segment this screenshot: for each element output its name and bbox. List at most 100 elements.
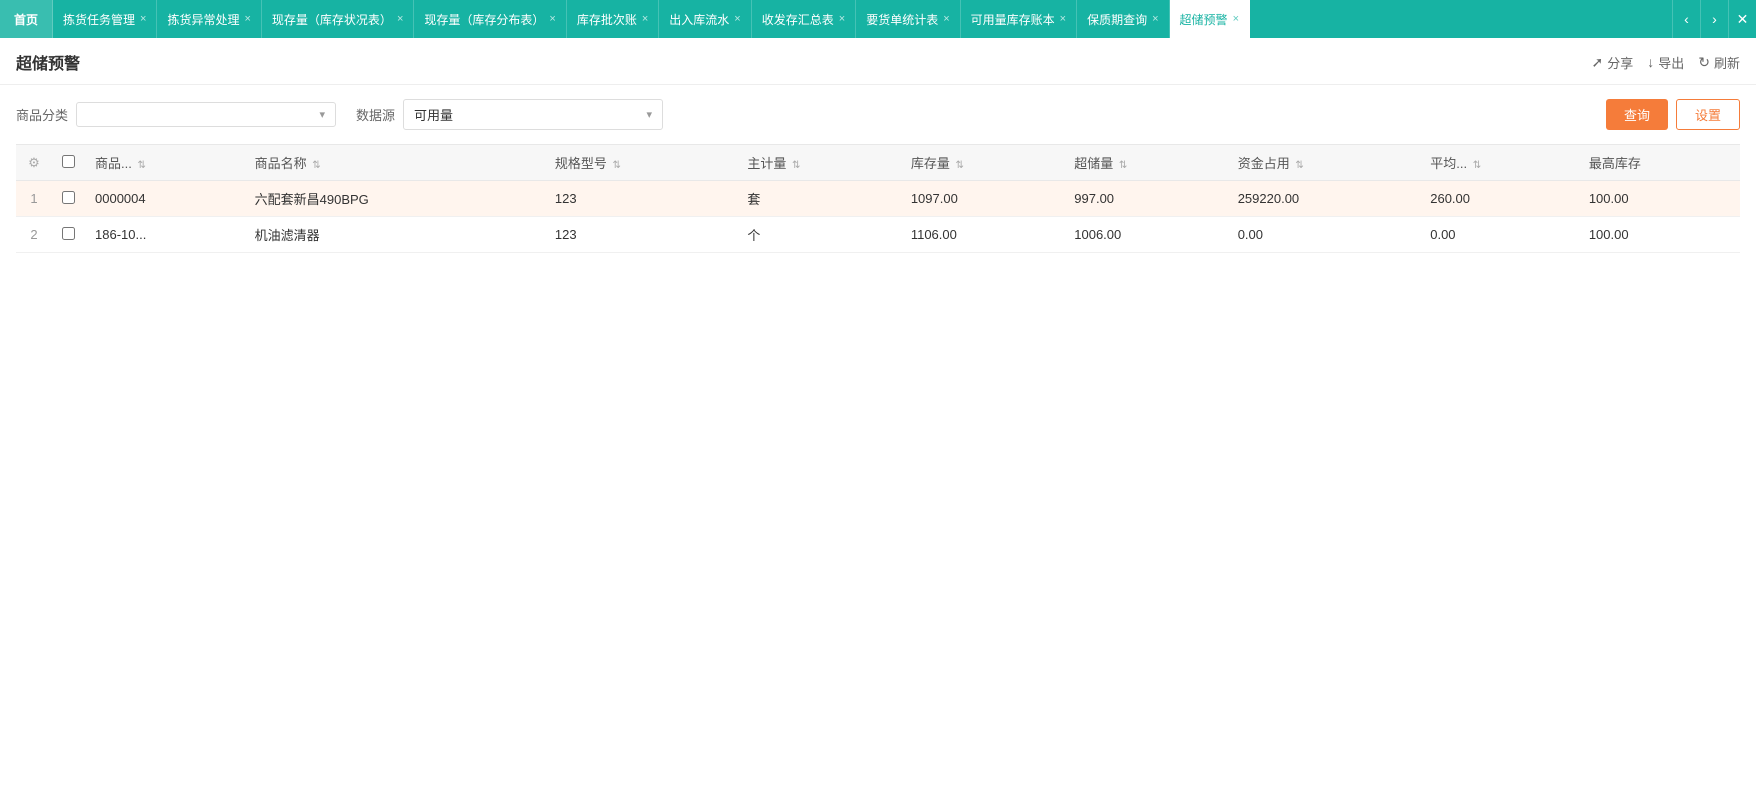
export-button[interactable]: ↓ 导出 [1647, 53, 1684, 72]
data-table: ⚙ 商品... ⇅ 商品名称 ⇅ 规格型号 ⇅ [16, 144, 1740, 253]
close-icon[interactable]: × [943, 13, 949, 25]
th-stock[interactable]: 库存量 ⇅ [901, 145, 1064, 181]
nav-label: 出入库流水 [669, 11, 729, 28]
th-overstock[interactable]: 超储量 ⇅ [1064, 145, 1227, 181]
close-icon[interactable]: × [1060, 13, 1066, 25]
share-button[interactable]: ➚ 分享 [1591, 53, 1633, 72]
nav-item-order-stats[interactable]: 要货单统计表 × [856, 0, 960, 38]
nav-label: 收发存汇总表 [762, 11, 834, 28]
th-spec[interactable]: 规格型号 ⇅ [545, 145, 738, 181]
cell-avg: 260.00 [1420, 181, 1579, 217]
close-icon[interactable]: × [734, 13, 740, 25]
category-label: 商品分类 [16, 105, 68, 124]
filter-buttons: 查询 设置 [1606, 99, 1740, 130]
datasource-label: 数据源 [356, 105, 395, 124]
nav-item-abnormal[interactable]: 拣货异常处理 × [157, 0, 261, 38]
th-unit[interactable]: 主计量 ⇅ [737, 145, 900, 181]
nav-item-inventory-status[interactable]: 现存量（库存状况表） × [262, 0, 414, 38]
nav-label: 库存批次账 [577, 11, 637, 28]
cell-avg: 0.00 [1420, 217, 1579, 253]
th-spec-label: 规格型号 [555, 156, 607, 171]
nav-item-inventory-dist[interactable]: 现存量（库存分布表） × [414, 0, 566, 38]
table-body: 1 0000004 六配套新昌490BPG 123 套 1097.00 997.… [16, 181, 1740, 253]
table-container: ⚙ 商品... ⇅ 商品名称 ⇅ 规格型号 ⇅ [0, 144, 1756, 253]
nav-item-available-account[interactable]: 可用量库存账本 × [961, 0, 1077, 38]
th-max-stock-label: 最高库存 [1589, 156, 1641, 171]
cell-stock: 1106.00 [901, 217, 1064, 253]
refresh-button[interactable]: ↻ 刷新 [1698, 53, 1740, 72]
sort-icon: ⇅ [312, 160, 320, 171]
header-actions: ➚ 分享 ↓ 导出 ↻ 刷新 [1591, 53, 1740, 72]
sort-icon: ⇅ [792, 160, 800, 171]
th-overstock-label: 超储量 [1074, 156, 1113, 171]
close-icon[interactable]: × [642, 13, 648, 25]
th-capital-usage[interactable]: 资金占用 ⇅ [1228, 145, 1421, 181]
filter-area: 商品分类 ▾ 数据源 可用量 ▾ 查询 设置 [0, 85, 1756, 144]
nav-label: 现存量（库存状况表） [272, 11, 392, 28]
th-unit-label: 主计量 [747, 156, 786, 171]
th-product-name[interactable]: 商品名称 ⇅ [245, 145, 545, 181]
nav-label: 保质期查询 [1087, 11, 1147, 28]
nav-prev-button[interactable]: ‹ [1672, 0, 1700, 38]
nav-item-quality-check[interactable]: 保质期查询 × [1077, 0, 1169, 38]
export-icon: ↓ [1647, 54, 1654, 70]
close-icon[interactable]: × [1233, 13, 1239, 25]
cell-max-stock: 100.00 [1579, 217, 1740, 253]
row-checkbox-cell [52, 181, 85, 217]
th-product-name-label: 商品名称 [255, 156, 307, 171]
nav-item-overstock-warning[interactable]: 超储预警 × [1170, 0, 1250, 38]
query-button[interactable]: 查询 [1606, 99, 1668, 130]
top-navigation: 首页 拣货任务管理 × 拣货异常处理 × 现存量（库存状况表） × 现存量（库存… [0, 0, 1756, 38]
datasource-select[interactable]: 可用量 ▾ [403, 99, 663, 130]
nav-label: 可用量库存账本 [971, 11, 1055, 28]
category-filter-group: 商品分类 ▾ [16, 102, 336, 127]
sort-icon: ⇅ [137, 160, 145, 171]
category-select[interactable]: ▾ [76, 102, 336, 127]
th-checkbox [52, 145, 85, 181]
sort-icon: ⇅ [1473, 160, 1481, 171]
close-icon[interactable]: × [140, 13, 146, 25]
row-number: 1 [16, 181, 52, 217]
table-row: 1 0000004 六配套新昌490BPG 123 套 1097.00 997.… [16, 181, 1740, 217]
nav-label: 要货单统计表 [866, 11, 938, 28]
settings-button[interactable]: 设置 [1676, 99, 1740, 130]
cell-overstock: 1006.00 [1064, 217, 1227, 253]
nav-item-task-mgmt[interactable]: 拣货任务管理 × [53, 0, 157, 38]
share-icon: ➚ [1591, 54, 1603, 71]
nav-close-button[interactable]: ✕ [1728, 0, 1756, 38]
close-icon[interactable]: × [397, 13, 403, 25]
th-avg-label: 平均... [1430, 156, 1467, 171]
nav-next-button[interactable]: › [1700, 0, 1728, 38]
close-icon[interactable]: × [549, 13, 555, 25]
row-checkbox[interactable] [62, 227, 75, 240]
cell-spec: 123 [545, 217, 738, 253]
table-row: 2 186-10... 机油滤清器 123 个 1106.00 1006.00 … [16, 217, 1740, 253]
nav-label: 现存量（库存分布表） [424, 11, 544, 28]
sort-icon: ⇅ [1119, 160, 1127, 171]
close-icon[interactable]: × [839, 13, 845, 25]
nav-home[interactable]: 首页 [0, 0, 53, 38]
th-product-code-label: 商品... [95, 156, 132, 171]
cell-unit: 套 [737, 181, 900, 217]
nav-label: 拣货任务管理 [63, 11, 135, 28]
select-all-checkbox[interactable] [62, 155, 75, 168]
cell-product-name: 六配套新昌490BPG [245, 181, 545, 217]
cell-capital-usage: 0.00 [1228, 217, 1421, 253]
refresh-label: 刷新 [1714, 53, 1740, 72]
export-label: 导出 [1658, 53, 1684, 72]
nav-item-inout-flow[interactable]: 出入库流水 × [659, 0, 751, 38]
cell-product-code: 0000004 [85, 181, 245, 217]
page-header: 超储预警 ➚ 分享 ↓ 导出 ↻ 刷新 [0, 38, 1756, 85]
gear-icon[interactable]: ⚙ [28, 155, 40, 170]
nav-item-batch-account[interactable]: 库存批次账 × [567, 0, 659, 38]
nav-item-collect-summary[interactable]: 收发存汇总表 × [752, 0, 856, 38]
datasource-filter-group: 数据源 可用量 ▾ [356, 99, 663, 130]
cell-capital-usage: 259220.00 [1228, 181, 1421, 217]
th-settings[interactable]: ⚙ [16, 145, 52, 181]
close-icon[interactable]: × [1152, 13, 1158, 25]
row-checkbox[interactable] [62, 191, 75, 204]
close-icon[interactable]: × [244, 13, 250, 25]
th-avg[interactable]: 平均... ⇅ [1420, 145, 1579, 181]
th-product-code[interactable]: 商品... ⇅ [85, 145, 245, 181]
share-label: 分享 [1607, 53, 1633, 72]
